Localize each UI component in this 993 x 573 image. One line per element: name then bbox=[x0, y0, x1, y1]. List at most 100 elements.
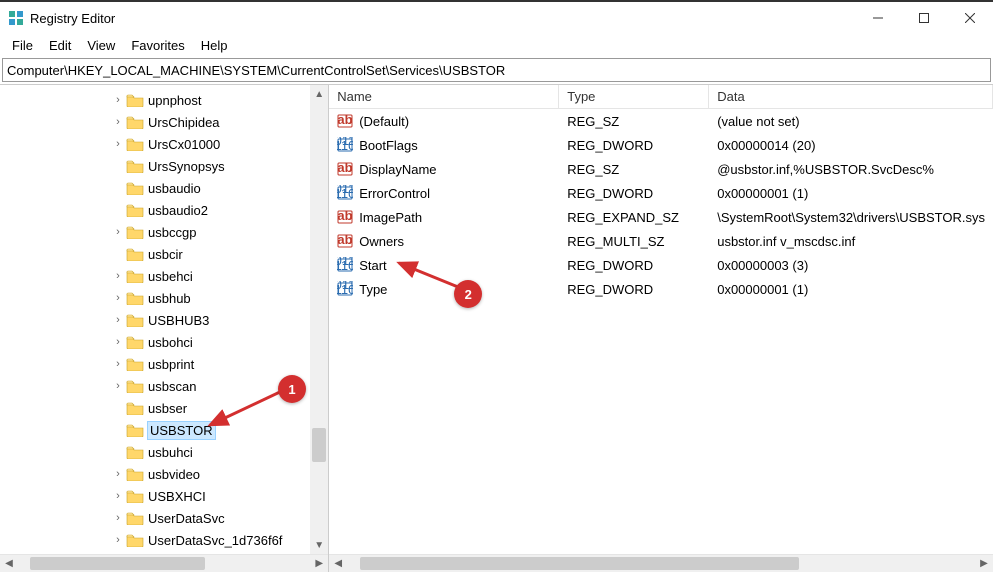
expand-icon[interactable]: › bbox=[110, 268, 126, 284]
menu-file[interactable]: File bbox=[4, 36, 41, 55]
expand-icon[interactable]: › bbox=[110, 290, 126, 306]
folder-icon bbox=[126, 181, 144, 195]
svg-text:ab: ab bbox=[338, 113, 353, 127]
expand-icon[interactable]: › bbox=[110, 114, 126, 130]
value-data: \SystemRoot\System32\drivers\USBSTOR.sys bbox=[709, 210, 993, 225]
tree-item[interactable]: usbuhci bbox=[0, 441, 328, 463]
tree-item[interactable]: › USBHUB3 bbox=[0, 309, 328, 331]
expand-icon[interactable]: › bbox=[110, 334, 126, 350]
value-row[interactable]: 011110StartREG_DWORD0x00000003 (3) bbox=[329, 253, 993, 277]
value-row[interactable]: abOwnersREG_MULTI_SZusbstor.inf v_mscdsc… bbox=[329, 229, 993, 253]
expand-icon[interactable]: › bbox=[110, 136, 126, 152]
column-header-type[interactable]: Type bbox=[559, 85, 709, 108]
expand-icon[interactable]: › bbox=[110, 488, 126, 504]
tree-item-label: usbccgp bbox=[148, 225, 196, 240]
scroll-left-icon[interactable]: ◀ bbox=[329, 555, 347, 573]
value-type: REG_DWORD bbox=[559, 186, 709, 201]
reg-binary-icon: 011110 bbox=[337, 185, 353, 201]
value-data: 0x00000014 (20) bbox=[709, 138, 993, 153]
minimize-button[interactable] bbox=[855, 2, 901, 34]
value-row[interactable]: abDisplayNameREG_SZ@usbstor.inf,%USBSTOR… bbox=[329, 157, 993, 181]
value-name: DisplayName bbox=[359, 162, 436, 177]
tree-item-label: UrsCx01000 bbox=[148, 137, 220, 152]
column-header-data[interactable]: Data bbox=[709, 85, 993, 108]
scroll-right-icon[interactable]: ▶ bbox=[975, 555, 993, 573]
tree-item[interactable]: USBSTOR bbox=[0, 419, 328, 441]
tree-item[interactable]: ›usbhub bbox=[0, 287, 328, 309]
svg-text:ab: ab bbox=[338, 233, 353, 247]
folder-icon bbox=[126, 357, 144, 371]
tree-item[interactable]: › usbohci bbox=[0, 331, 328, 353]
value-type: REG_SZ bbox=[559, 114, 709, 129]
folder-icon bbox=[126, 159, 144, 173]
reg-string-icon: ab bbox=[337, 209, 353, 225]
expand-icon[interactable]: › bbox=[110, 224, 126, 240]
tree-item[interactable]: UrsSynopsys bbox=[0, 155, 328, 177]
tree-item[interactable]: ›usbehci bbox=[0, 265, 328, 287]
tree-item[interactable]: usbser bbox=[0, 397, 328, 419]
value-name: Owners bbox=[359, 234, 404, 249]
value-row[interactable]: 011110ErrorControlREG_DWORD0x00000001 (1… bbox=[329, 181, 993, 205]
value-row[interactable]: 011110TypeREG_DWORD0x00000001 (1) bbox=[329, 277, 993, 301]
tree-item[interactable]: ›UserDataSvc bbox=[0, 507, 328, 529]
tree-item-label: upnphost bbox=[148, 93, 202, 108]
tree-item[interactable]: › UserDataSvc_1d736f6f bbox=[0, 529, 328, 551]
folder-icon bbox=[126, 533, 144, 547]
tree-item[interactable]: ›UrsChipidea bbox=[0, 111, 328, 133]
tree-item[interactable]: usbcir bbox=[0, 243, 328, 265]
column-header-name[interactable]: Name bbox=[329, 85, 559, 108]
tree-item[interactable]: › UrsCx01000 bbox=[0, 133, 328, 155]
menu-help[interactable]: Help bbox=[193, 36, 236, 55]
value-name: BootFlags bbox=[359, 138, 418, 153]
menu-view[interactable]: View bbox=[79, 36, 123, 55]
scroll-left-icon[interactable]: ◀ bbox=[0, 555, 18, 573]
tree-vertical-scrollbar[interactable]: ▲ ▼ bbox=[310, 85, 328, 554]
expand-icon[interactable]: › bbox=[110, 356, 126, 372]
tree-item[interactable]: usbaudio2 bbox=[0, 199, 328, 221]
address-bar[interactable]: Computer\HKEY_LOCAL_MACHINE\SYSTEM\Curre… bbox=[2, 58, 991, 82]
annotation-marker-1: 1 bbox=[278, 375, 306, 403]
tree-item-label: USBXHCI bbox=[148, 489, 206, 504]
folder-icon bbox=[126, 511, 144, 525]
maximize-button[interactable] bbox=[901, 2, 947, 34]
registry-tree[interactable]: ›upnphost›UrsChipidea›UrsCx01000UrsSynop… bbox=[0, 85, 328, 554]
expand-icon[interactable]: › bbox=[110, 532, 126, 548]
value-type: REG_DWORD bbox=[559, 138, 709, 153]
tree-item[interactable]: ›usbprint bbox=[0, 353, 328, 375]
menu-favorites[interactable]: Favorites bbox=[123, 36, 192, 55]
svg-text:110: 110 bbox=[337, 138, 353, 153]
values-list[interactable]: ab(Default)REG_SZ(value not set) 011110 Bo… bbox=[329, 109, 993, 554]
value-row[interactable]: ab(Default)REG_SZ(value not set) bbox=[329, 109, 993, 133]
expand-icon[interactable]: › bbox=[110, 466, 126, 482]
expand-icon[interactable]: › bbox=[110, 378, 126, 394]
tree-horizontal-scrollbar[interactable]: ◀ ▶ bbox=[0, 554, 328, 572]
tree-item[interactable]: › upnphost bbox=[0, 89, 328, 111]
tree-pane: ›upnphost›UrsChipidea›UrsCx01000UrsSynop… bbox=[0, 85, 329, 572]
scroll-right-icon[interactable]: ▶ bbox=[310, 555, 328, 573]
tree-item[interactable]: › USBXHCI bbox=[0, 485, 328, 507]
values-horizontal-scrollbar[interactable]: ◀ ▶ bbox=[329, 554, 993, 572]
tree-item[interactable]: usbaudio bbox=[0, 177, 328, 199]
value-data: usbstor.inf v_mscdsc.inf bbox=[709, 234, 993, 249]
close-button[interactable] bbox=[947, 2, 993, 34]
tree-item-label: usbohci bbox=[148, 335, 193, 350]
value-row[interactable]: 011110BootFlagsREG_DWORD0x00000014 (20) bbox=[329, 133, 993, 157]
scroll-up-icon[interactable]: ▲ bbox=[310, 85, 328, 103]
expand-icon[interactable]: › bbox=[110, 510, 126, 526]
tree-item-label: usbcir bbox=[148, 247, 183, 262]
value-data: 0x00000001 (1) bbox=[709, 282, 993, 297]
value-data: @usbstor.inf,%USBSTOR.SvcDesc% bbox=[709, 162, 993, 177]
menu-edit[interactable]: Edit bbox=[41, 36, 79, 55]
value-row[interactable]: abImagePathREG_EXPAND_SZ\SystemRoot\Syst… bbox=[329, 205, 993, 229]
tree-item-label: usbaudio2 bbox=[148, 203, 208, 218]
folder-icon bbox=[126, 489, 144, 503]
tree-item-label: UserDataSvc_1d736f6f bbox=[148, 533, 282, 548]
tree-item[interactable]: › usbccgp bbox=[0, 221, 328, 243]
expand-icon[interactable]: › bbox=[110, 92, 126, 108]
expand-icon[interactable]: › bbox=[110, 312, 126, 328]
reg-string-icon: ab bbox=[337, 233, 353, 249]
scroll-down-icon[interactable]: ▼ bbox=[310, 536, 328, 554]
tree-item[interactable]: ›usbvideo bbox=[0, 463, 328, 485]
tree-item-label: USBHUB3 bbox=[148, 313, 209, 328]
folder-icon bbox=[126, 137, 144, 151]
